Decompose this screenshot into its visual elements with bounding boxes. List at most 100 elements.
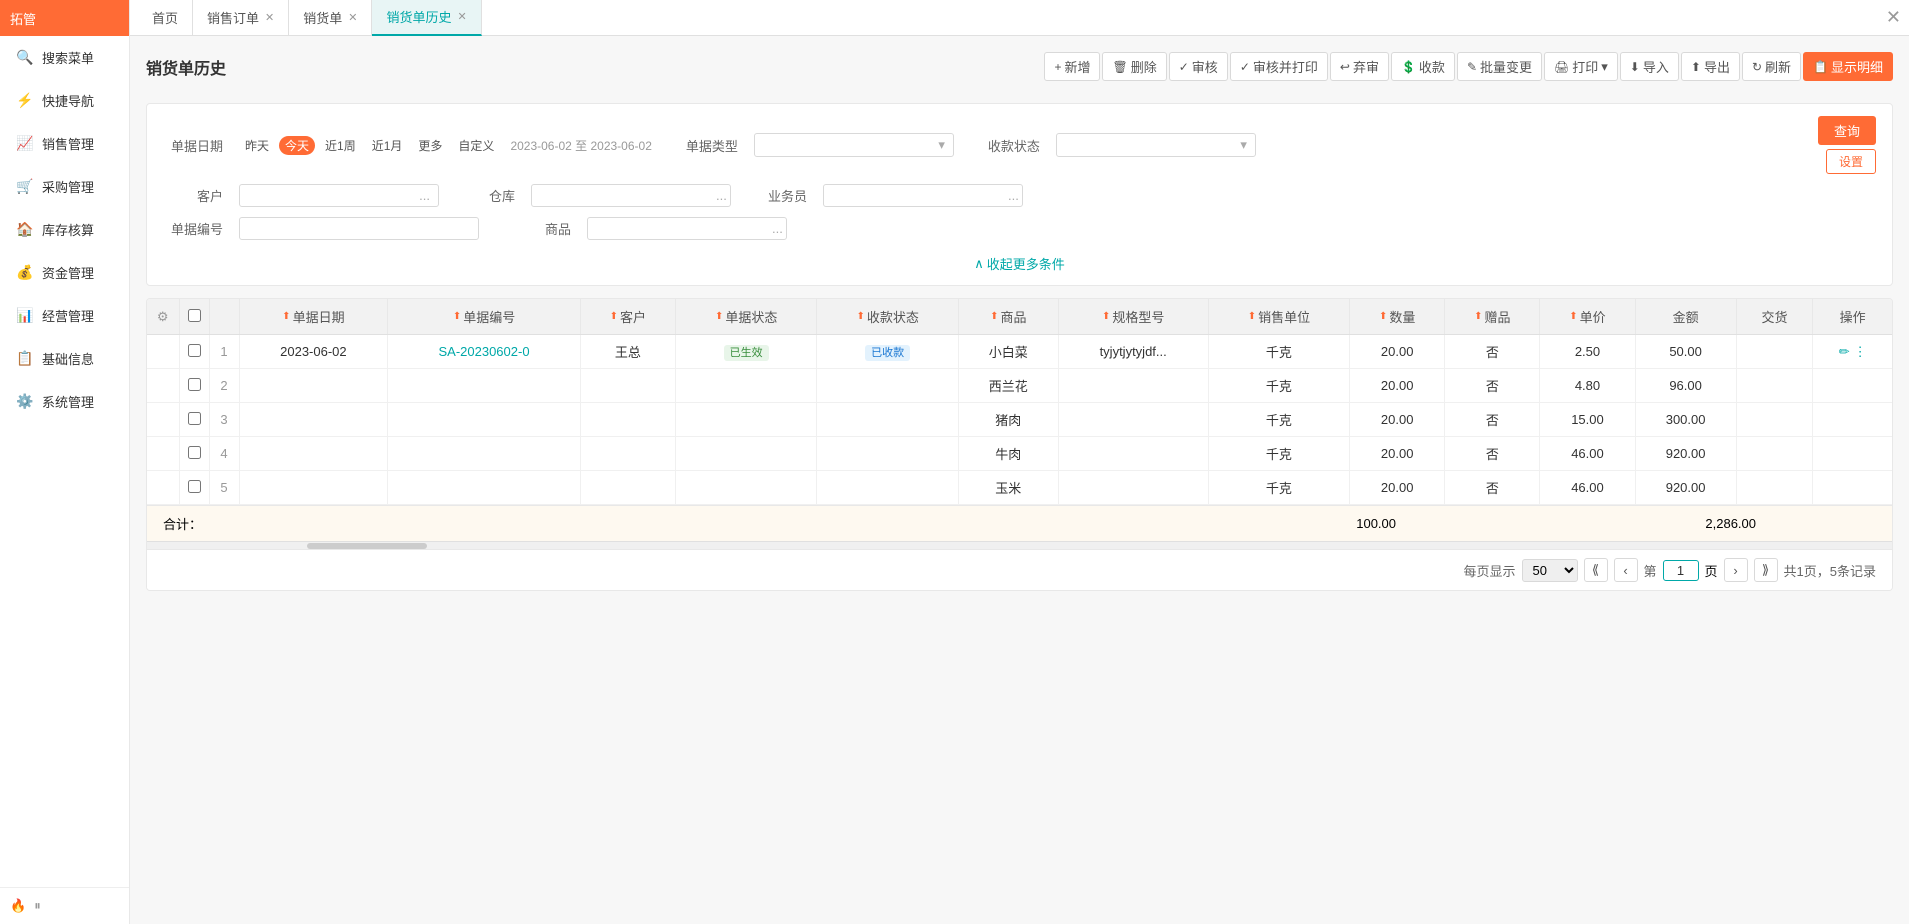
- cell-gear: [147, 437, 179, 471]
- cell-checkbox[interactable]: [179, 369, 209, 403]
- salesperson-dots[interactable]: ...: [1008, 188, 1019, 203]
- col-unit[interactable]: ⬆销售单位: [1208, 299, 1349, 335]
- sidebar-item-purchase-mgmt[interactable]: 🛒 采购管理: [0, 165, 129, 208]
- sidebar-bottom-icon1[interactable]: 🔥: [10, 898, 26, 914]
- warehouse-dots[interactable]: ...: [716, 188, 727, 203]
- col-customer[interactable]: ⬆客户: [580, 299, 675, 335]
- sidebar-bottom-icon2[interactable]: ⏸: [34, 898, 41, 914]
- tab-sales-order[interactable]: 销售订单 ✕: [193, 0, 289, 36]
- warehouse-input[interactable]: [540, 188, 716, 203]
- col-spec[interactable]: ⬆规格型号: [1058, 299, 1208, 335]
- shortcut-more[interactable]: 更多: [412, 136, 448, 155]
- select-all-checkbox[interactable]: [188, 309, 201, 322]
- refresh-button[interactable]: ↻ 刷新: [1742, 52, 1801, 81]
- tab-close-sales-order[interactable]: ✕: [265, 11, 274, 24]
- shortcut-today[interactable]: 今天: [279, 136, 315, 155]
- delete-button[interactable]: 🗑 删除: [1102, 52, 1166, 81]
- audit-print-button[interactable]: ✓ 审核并打印: [1230, 52, 1328, 81]
- last-page-button[interactable]: ⟫: [1754, 558, 1778, 582]
- row-checkbox[interactable]: [188, 378, 201, 391]
- tab-close-sales-delivery[interactable]: ✕: [348, 11, 357, 24]
- col-payment-status[interactable]: ⬆收款状态: [817, 299, 958, 335]
- horizontal-scrollbar[interactable]: [147, 541, 1892, 549]
- row-checkbox[interactable]: [188, 412, 201, 425]
- row-checkbox[interactable]: [188, 344, 201, 357]
- tab-sales-delivery[interactable]: 销货单 ✕: [289, 0, 372, 36]
- tab-home[interactable]: 首页: [138, 0, 193, 36]
- sidebar-item-quick-nav[interactable]: ⚡ 快捷导航: [0, 79, 129, 122]
- cell-checkbox[interactable]: [179, 471, 209, 505]
- cell-product: 玉米: [958, 471, 1058, 505]
- first-page-button[interactable]: ⟪: [1584, 558, 1608, 582]
- cell-doc-no[interactable]: [388, 369, 581, 403]
- customer-dots[interactable]: ...: [419, 188, 430, 203]
- prev-page-button[interactable]: ‹: [1614, 558, 1638, 582]
- col-price[interactable]: ⬆单价: [1540, 299, 1635, 335]
- sidebar-item-basic-info[interactable]: 📋 基础信息: [0, 337, 129, 380]
- summary-row: 合计： 100.00 2,286.00: [147, 505, 1892, 541]
- cell-doc-no[interactable]: [388, 437, 581, 471]
- cell-checkbox[interactable]: [179, 335, 209, 369]
- shortcut-7days[interactable]: 近1周: [319, 136, 362, 155]
- current-page-input[interactable]: [1663, 560, 1699, 581]
- row-checkbox[interactable]: [188, 480, 201, 493]
- product-dots[interactable]: ...: [772, 221, 783, 236]
- shortcut-custom[interactable]: 自定义: [452, 136, 500, 155]
- collapse-button[interactable]: ∧ 收起更多条件: [163, 250, 1876, 273]
- query-button[interactable]: 查询: [1818, 116, 1876, 145]
- sidebar-item-inventory-calc[interactable]: 🏠 库存核算: [0, 208, 129, 251]
- payment-status-dropdown-icon: ▾: [1240, 137, 1247, 153]
- abandon-icon: ↩: [1340, 60, 1350, 74]
- sidebar-item-sales-mgmt[interactable]: 📈 销售管理: [0, 122, 129, 165]
- cell-customer: [580, 437, 675, 471]
- col-product[interactable]: ⬆商品: [958, 299, 1058, 335]
- gear-icon[interactable]: ⚙: [157, 309, 169, 324]
- cell-doc-no[interactable]: [388, 471, 581, 505]
- sidebar-item-finance-mgmt[interactable]: 💰 资金管理: [0, 251, 129, 294]
- doc-type-select[interactable]: ▾: [754, 133, 954, 157]
- cell-doc-no[interactable]: [388, 403, 581, 437]
- edit-action[interactable]: ✏: [1839, 344, 1850, 360]
- next-page-button[interactable]: ›: [1724, 558, 1748, 582]
- cell-checkbox[interactable]: [179, 437, 209, 471]
- row-checkbox[interactable]: [188, 446, 201, 459]
- tab-close-sales-history[interactable]: ✕: [458, 10, 467, 23]
- export-button[interactable]: ⬆ 导出: [1681, 52, 1740, 81]
- abandon-button[interactable]: ↩ 弃审: [1330, 52, 1389, 81]
- product-input[interactable]: [596, 221, 772, 236]
- col-qty[interactable]: ⬆数量: [1350, 299, 1445, 335]
- sidebar-item-system-mgmt[interactable]: ⚙️ 系统管理: [0, 380, 129, 423]
- more-action[interactable]: ⋮: [1854, 344, 1867, 360]
- cell-checkbox[interactable]: [179, 403, 209, 437]
- col-checkbox[interactable]: [179, 299, 209, 335]
- sidebar-item-operation-mgmt[interactable]: 📊 经营管理: [0, 294, 129, 337]
- print-button[interactable]: 🖨 打印 ▾: [1544, 52, 1618, 81]
- cell-gift: 否: [1445, 369, 1540, 403]
- shortcut-yesterday[interactable]: 昨天: [239, 136, 275, 155]
- cell-transaction: [1736, 403, 1813, 437]
- sidebar-item-search-menu[interactable]: 🔍 搜索菜单: [0, 36, 129, 79]
- col-gift[interactable]: ⬆赠品: [1445, 299, 1540, 335]
- logo-text: 拓管: [10, 9, 36, 28]
- col-doc-status[interactable]: ⬆单据状态: [675, 299, 816, 335]
- salesperson-input[interactable]: [832, 188, 1008, 203]
- page-size-select[interactable]: 50 100 200: [1522, 559, 1578, 582]
- col-gear[interactable]: ⚙: [147, 299, 179, 335]
- customer-input[interactable]: [248, 188, 419, 203]
- import-button[interactable]: ⬇ 导入: [1620, 52, 1679, 81]
- collect-button[interactable]: 💲 收款: [1391, 52, 1455, 81]
- doc-no-input[interactable]: [239, 217, 479, 240]
- shortcut-1month[interactable]: 近1月: [366, 136, 409, 155]
- col-doc-no[interactable]: ⬆单据编号: [388, 299, 581, 335]
- payment-status-select[interactable]: ▾: [1056, 133, 1256, 157]
- tab-sales-history[interactable]: 销货单历史 ✕: [372, 0, 481, 36]
- batch-change-button[interactable]: ✎ 批量变更: [1457, 52, 1542, 81]
- cell-doc-no[interactable]: SA-20230602-0: [388, 335, 581, 369]
- cell-amount: 300.00: [1635, 403, 1736, 437]
- new-button[interactable]: + 新增: [1044, 52, 1100, 81]
- show-detail-button[interactable]: 📋 显示明细: [1803, 52, 1893, 81]
- close-all-tabs[interactable]: ✕: [1886, 7, 1901, 28]
- filter-settings-button[interactable]: 设置: [1826, 149, 1876, 174]
- col-doc-date[interactable]: ⬆单据日期: [239, 299, 388, 335]
- audit-button[interactable]: ✓ 审核: [1169, 52, 1228, 81]
